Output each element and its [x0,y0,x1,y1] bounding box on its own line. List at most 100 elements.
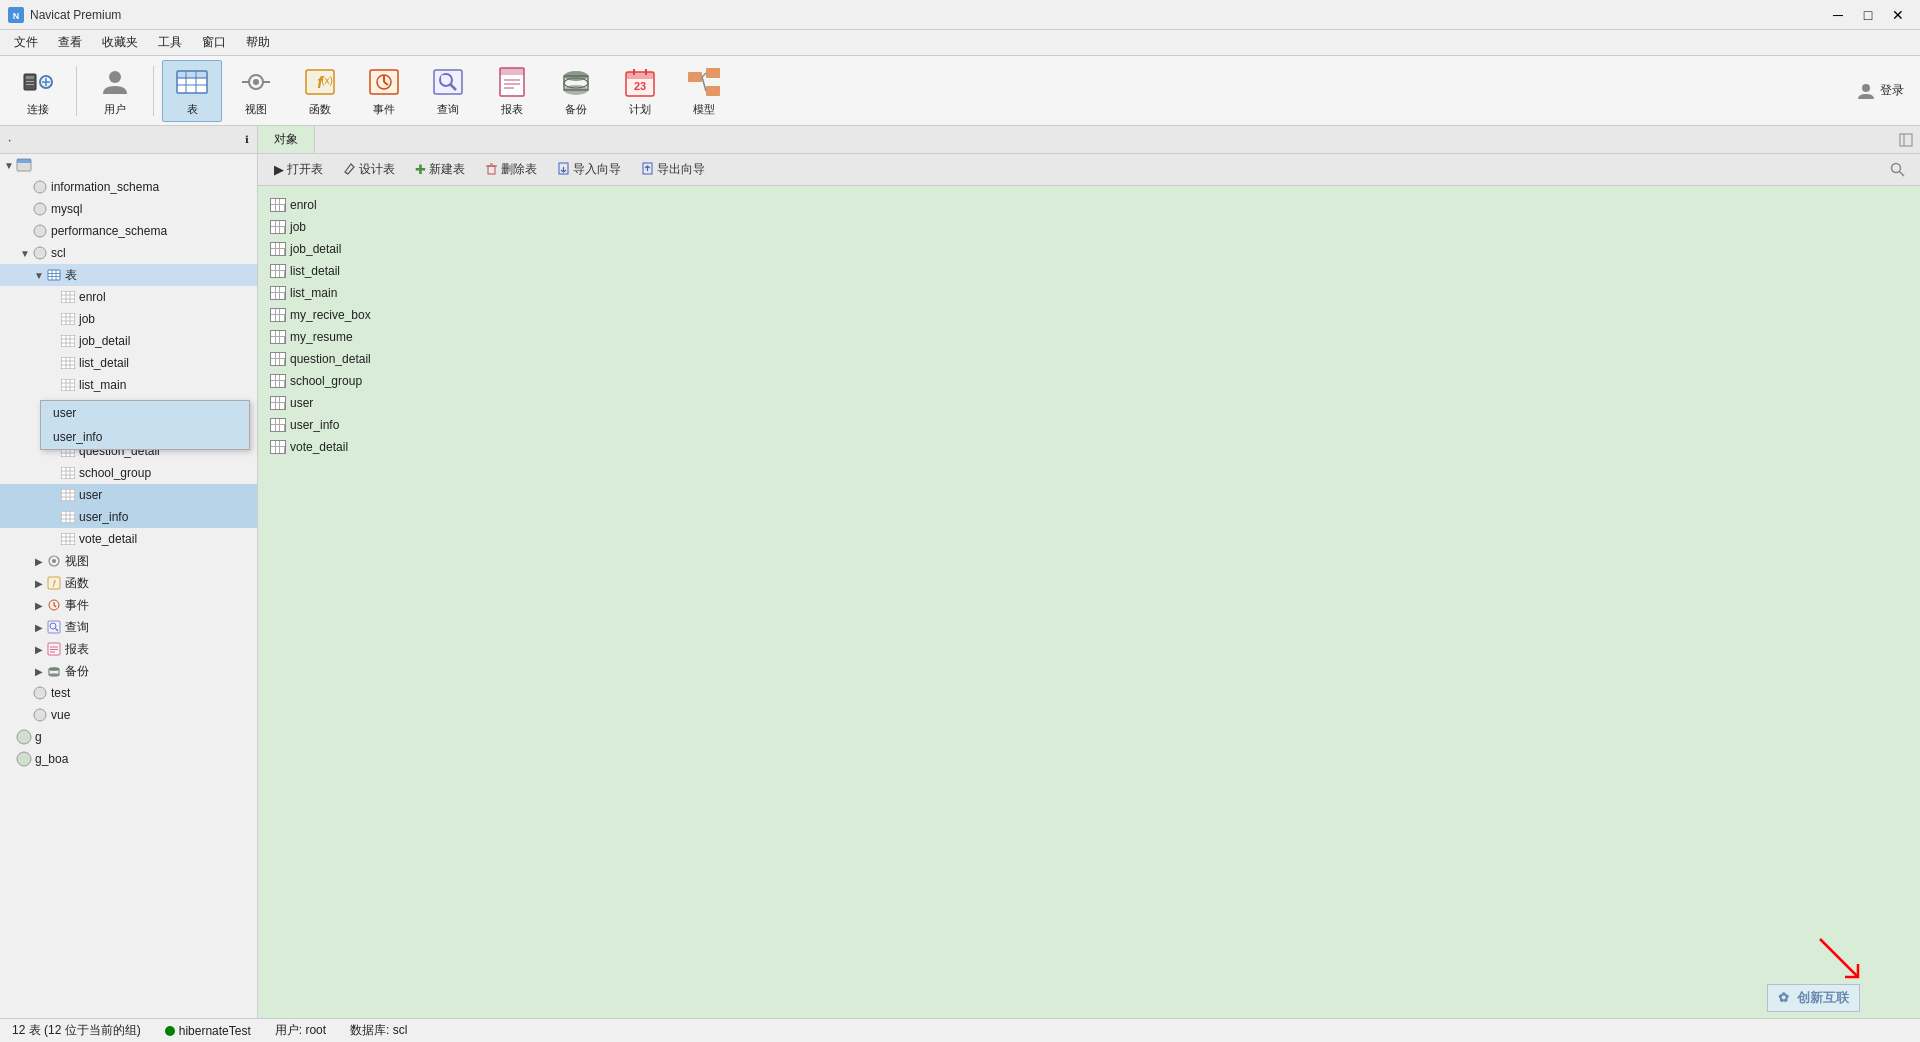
events-label: 事件 [65,597,89,614]
toolbar-view[interactable]: 视图 [226,60,286,122]
db-icon-performance [32,223,48,239]
schedule-icon: 23 [622,64,658,100]
tree-item-list-main[interactable]: list_main [0,374,257,396]
menu-tools[interactable]: 工具 [148,32,192,53]
table-list-item-user[interactable]: user [266,392,1912,414]
tab-object-label: 对象 [274,131,298,148]
toolbar-divider-2 [153,66,154,116]
svg-point-53 [34,181,46,193]
close-button[interactable]: ✕ [1884,1,1912,29]
vue-label: vue [51,708,70,722]
svg-point-54 [34,203,46,215]
tree-item-queries[interactable]: ▶ 查询 [0,616,257,638]
tree-item-mysql[interactable]: ▶ mysql [0,198,257,220]
tree-item-g[interactable]: ▶ g [0,726,257,748]
table-list-item-user-info[interactable]: user_info [266,414,1912,436]
tree-item-functions[interactable]: ▶ f 函数 [0,572,257,594]
menu-window[interactable]: 窗口 [192,32,236,53]
svg-rect-15 [177,71,207,78]
tree-item-test[interactable]: ▶ test [0,682,257,704]
toolbar-schedule-label: 计划 [629,102,651,117]
watermark-icon: ✿ [1778,990,1789,1005]
menu-help[interactable]: 帮助 [236,32,280,53]
tree-item-user[interactable]: user [0,484,257,506]
delete-table-button[interactable]: 删除表 [477,158,545,181]
tree-item-enrol[interactable]: enrol [0,286,257,308]
tree-item-job-detail[interactable]: job_detail [0,330,257,352]
tree-item-reports[interactable]: ▶ 报表 [0,638,257,660]
open-table-button[interactable]: ▶ 打开表 [266,158,331,181]
tree-item-school-group[interactable]: school_group [0,462,257,484]
minimize-button[interactable]: ─ [1824,1,1852,29]
tab-action-pin[interactable] [1892,126,1920,154]
svg-rect-82 [61,379,75,391]
menu-file[interactable]: 文件 [4,32,48,53]
toolbar-report[interactable]: 报表 [482,60,542,122]
export-wizard-button[interactable]: 导出向导 [633,158,713,181]
connect-icon [20,64,56,100]
tree-item-events[interactable]: ▶ 事件 [0,594,257,616]
popup-item-user-info[interactable]: user_info [41,425,249,449]
toolbar-backup[interactable]: 备份 [546,60,606,122]
menu-view[interactable]: 查看 [48,32,92,53]
table-list-item-vote-detail[interactable]: vote_detail [266,436,1912,458]
tab-object[interactable]: 对象 [258,126,315,153]
menu-favorites[interactable]: 收藏夹 [92,32,148,53]
table-list-item-list-detail[interactable]: list_detail [266,260,1912,282]
table-list-item-list-main[interactable]: list_main [266,282,1912,304]
table-list-item-enrol[interactable]: enrol [266,194,1912,216]
tree-item-performance-schema[interactable]: ▶ performance_schema [0,220,257,242]
toolbar-schedule[interactable]: 23 计划 [610,60,670,122]
function-icon: f (x) [302,64,338,100]
list-detail-label: list_detail [79,356,129,370]
design-table-icon [343,162,356,178]
table-list-icon-user-info [270,418,286,432]
tree-item-list-detail[interactable]: list_detail [0,352,257,374]
tree-item-vue[interactable]: ▶ vue [0,704,257,726]
import-wizard-button[interactable]: 导入向导 [549,158,629,181]
search-button[interactable] [1884,156,1912,184]
toolbar-table[interactable]: 表 [162,60,222,122]
table-icon-user [60,487,76,503]
toolbar-function[interactable]: f (x) 函数 [290,60,350,122]
tables-label: 表 [65,267,77,284]
queries-label: 查询 [65,619,89,636]
tree-item-localhost[interactable]: ▼ [0,154,257,176]
reports-label: 报表 [65,641,89,658]
tree-item-views[interactable]: ▶ 视图 [0,550,257,572]
views-label: 视图 [65,553,89,570]
tree-item-g-boa[interactable]: ▶ g_boa [0,748,257,770]
svg-rect-45 [688,72,702,82]
maximize-button[interactable]: □ [1854,1,1882,29]
table-list-icon-user [270,396,286,410]
new-table-button[interactable]: ✚ 新建表 [407,158,473,181]
tree-item-vote-detail[interactable]: vote_detail [0,528,257,550]
popup-item-user[interactable]: user [41,401,249,425]
table-list-item-question-detail[interactable]: question_detail [266,348,1912,370]
table-list-item-my-recive-box[interactable]: my_recive_box [266,304,1912,326]
tree-item-information-schema[interactable]: ▶ information_schema [0,176,257,198]
login-button[interactable]: 登录 [1848,77,1912,105]
toolbar-query[interactable]: 查询 [418,60,478,122]
toolbar-event[interactable]: 事件 [354,60,414,122]
report-icon [494,64,530,100]
events-icon [46,597,62,613]
toolbar-user[interactable]: 用户 [85,60,145,122]
menu-bar: 文件 查看 收藏夹 工具 窗口 帮助 [0,30,1920,56]
tree-item-user-info[interactable]: user_info [0,506,257,528]
table-list-item-my-resume[interactable]: my_resume [266,326,1912,348]
svg-point-17 [253,79,259,85]
table-list-item-job[interactable]: job [266,216,1912,238]
tree-item-backups[interactable]: ▶ 备份 [0,660,257,682]
tree-item-job[interactable]: job [0,308,257,330]
sidebar: · ℹ ▼ ▶ information_schema [0,126,258,1018]
tree-item-scl[interactable]: ▼ scl [0,242,257,264]
toolbar-model[interactable]: 模型 [674,60,734,122]
design-table-button[interactable]: 设计表 [335,158,403,181]
table-list-item-school-group[interactable]: school_group [266,370,1912,392]
tree-item-tables[interactable]: ▼ 表 [0,264,257,286]
table-list-item-job-detail[interactable]: job_detail [266,238,1912,260]
toolbar-connect[interactable]: 连接 [8,60,68,122]
views-icon [46,553,62,569]
svg-rect-146 [488,166,495,174]
